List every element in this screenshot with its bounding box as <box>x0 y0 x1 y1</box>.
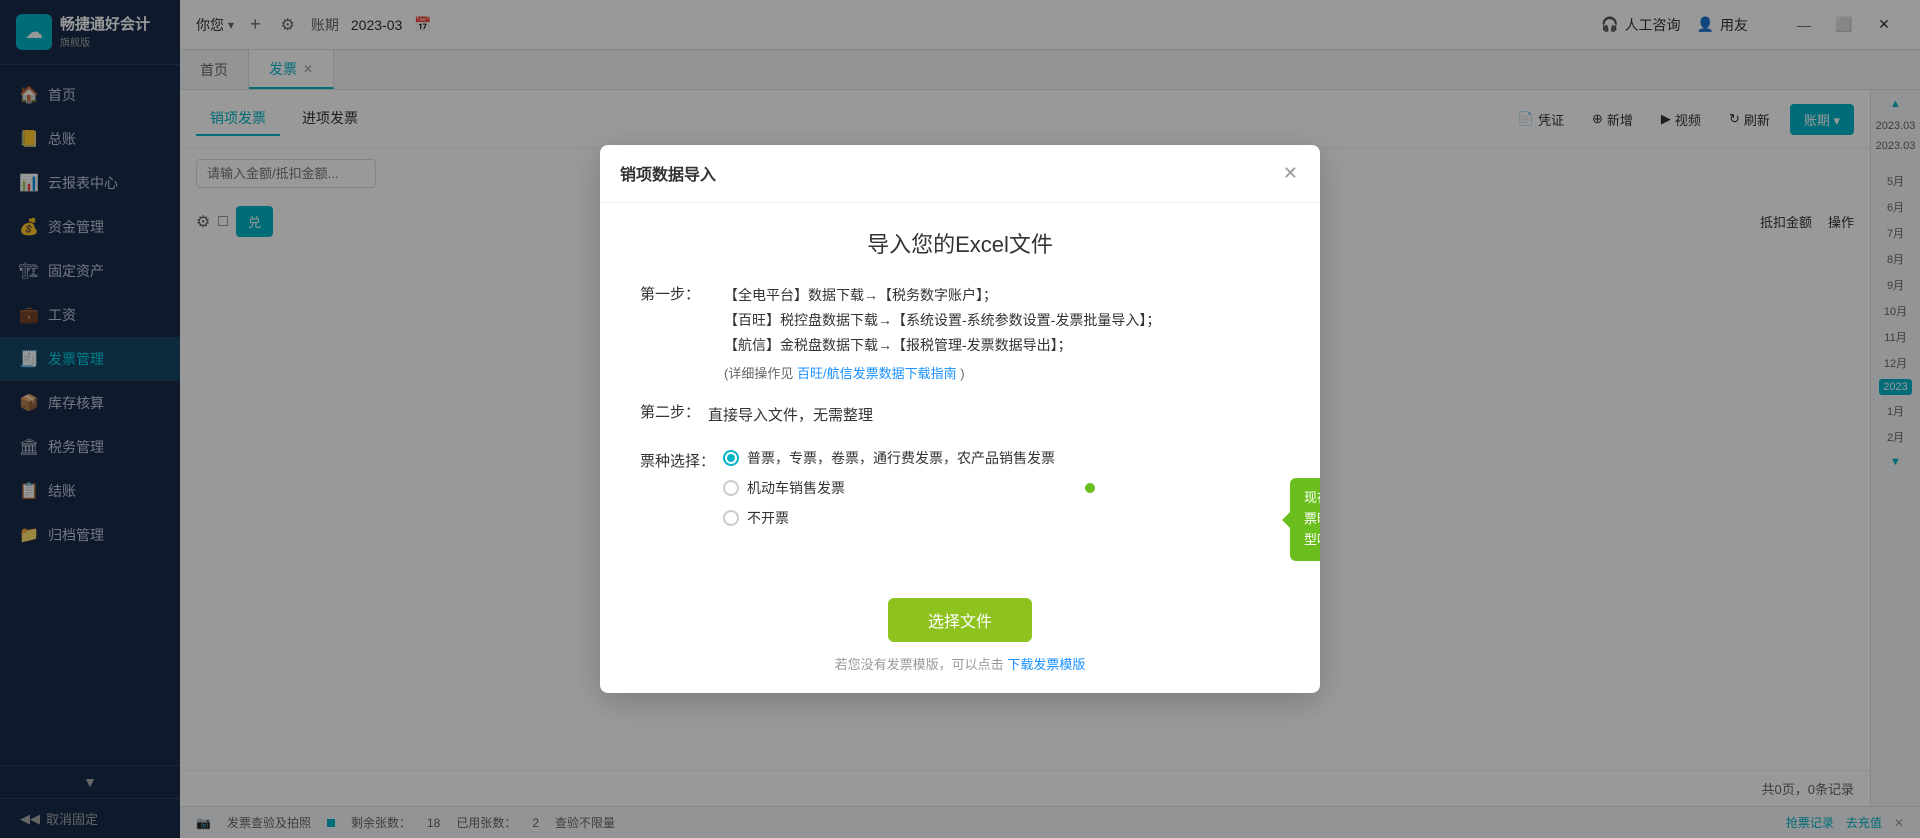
tooltip-bubble: 现在支持的票种多了，导入发票时别忘了选择正确的发票类型呀! ✕ <box>1290 478 1320 560</box>
modal-body: 导入您的Excel文件 第一步： 【全电平台】数据下载→【税务数字账户】； 【百… <box>600 203 1320 583</box>
step1-line-2: 【百旺】税控盘数据下载→【系统设置-系统参数设置-发票批量导入】； <box>724 308 1160 333</box>
step1-line-3: 【航信】金税盘数据下载→【报税管理-发票数据导出】； <box>724 333 1160 358</box>
modal-close-button[interactable]: ✕ <box>1281 161 1300 186</box>
ticket-choice-section: 票种选择： 普票，专票，卷票，通行费发票，农产品销售发票 机动车销售发票 <box>640 448 1280 538</box>
radio-option-3[interactable]: 不开票 <box>723 508 1055 528</box>
footer-note: 若您没有发票模版，可以点击 下载发票模版 <box>835 654 1086 673</box>
radio-3-circle[interactable] <box>723 510 739 526</box>
modal-title: 销项数据导入 <box>620 161 716 185</box>
footer-note-prefix: 若您没有发票模版，可以点击 <box>835 657 1004 672</box>
step2-text: 直接导入文件，无需整理 <box>708 404 873 425</box>
modal-main-title: 导入您的Excel文件 <box>640 227 1280 259</box>
radio-3-label: 不开票 <box>747 508 789 528</box>
select-file-button[interactable]: 选择文件 <box>888 598 1032 642</box>
radio-1-circle[interactable] <box>723 450 739 466</box>
modal-header: 销项数据导入 ✕ <box>600 145 1320 203</box>
step1-content: 【全电平台】数据下载→【税务数字账户】； 【百旺】税控盘数据下载→【系统设置-系… <box>704 283 1160 386</box>
step1-detail-suffix: ) <box>960 366 964 381</box>
step1-line-1: 【全电平台】数据下载→【税务数字账户】； <box>724 283 1160 308</box>
tooltip-arrow <box>1282 512 1290 528</box>
ticket-choice-label: 票种选择： <box>640 450 715 471</box>
step1-detail-prefix: (详细操作见 <box>724 366 793 381</box>
radio-2-circle[interactable] <box>723 480 739 496</box>
radio-1-label: 普票，专票，卷票，通行费发票，农产品销售发票 <box>747 448 1055 468</box>
download-template-link[interactable]: 下载发票模版 <box>1007 657 1085 672</box>
step1-label: 第一步： <box>640 283 700 380</box>
tooltip-text: 现在支持的票种多了，导入发票时别忘了选择正确的发票类型呀! <box>1304 490 1320 547</box>
modal-footer: 选择文件 若您没有发票模版，可以点击 下载发票模版 <box>600 582 1320 693</box>
modal-overlay: 销项数据导入 ✕ 导入您的Excel文件 第一步： 【全电平台】数据下载→【税务… <box>0 0 1920 838</box>
tooltip-dot <box>1085 483 1095 493</box>
import-modal: 销项数据导入 ✕ 导入您的Excel文件 第一步： 【全电平台】数据下载→【税务… <box>600 145 1320 694</box>
step2-label: 第二步： <box>640 401 700 422</box>
ticket-radio-group: 普票，专票，卷票，通行费发票，农产品销售发票 机动车销售发票 不开票 <box>723 448 1055 538</box>
radio-option-2[interactable]: 机动车销售发票 <box>723 478 1055 498</box>
radio-2-label: 机动车销售发票 <box>747 478 845 498</box>
radio-option-1[interactable]: 普票，专票，卷票，通行费发票，农产品销售发票 <box>723 448 1055 468</box>
tooltip-container: 现在支持的票种多了，导入发票时别忘了选择正确的发票类型呀! ✕ <box>1290 478 1320 560</box>
step1-detail-link[interactable]: 百旺/航信发票数据下载指南 <box>797 366 957 381</box>
step1-detail: (详细操作见 百旺/航信发票数据下载指南 ) <box>724 362 1160 385</box>
step2-row: 第二步： 直接导入文件，无需整理 <box>640 401 1280 428</box>
step1-row: 第一步： 【全电平台】数据下载→【税务数字账户】； 【百旺】税控盘数据下载→【系… <box>640 283 1280 386</box>
